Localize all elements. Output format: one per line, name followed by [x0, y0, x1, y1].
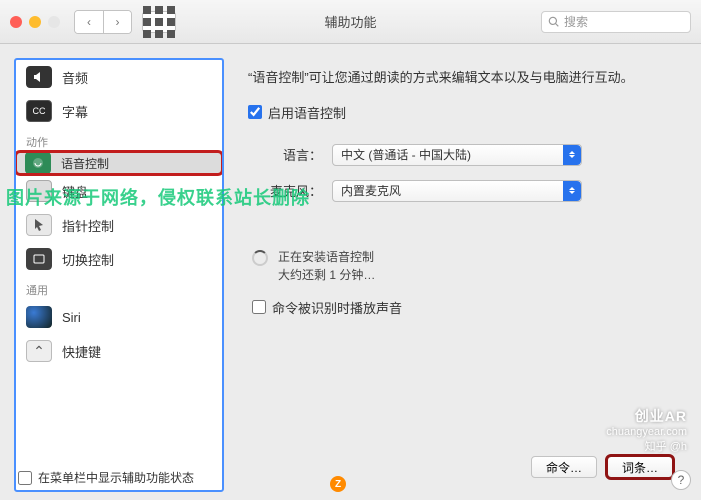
- language-label: 语言：: [248, 145, 322, 164]
- install-status: 正在安装语音控制 大约还剩 1 分钟…: [278, 248, 375, 284]
- siri-icon: [26, 306, 52, 328]
- sidebar-item-pointer[interactable]: 指针控制: [16, 208, 222, 242]
- language-value: 中文 (普通话 - 中国大陆): [341, 146, 471, 163]
- search-icon: [548, 16, 560, 28]
- switch-icon: [26, 248, 52, 270]
- keyboard-icon: [26, 180, 52, 202]
- mic-value: 内置麦克风: [341, 182, 401, 199]
- pointer-icon: [26, 214, 52, 236]
- sidebar-item-label: 快捷键: [62, 342, 101, 361]
- voice-icon: [25, 152, 51, 174]
- captions-icon: CC: [26, 100, 52, 122]
- mic-label: 麦克风：: [248, 181, 322, 200]
- play-sound-checkbox[interactable]: [252, 300, 266, 314]
- search-placeholder: 搜索: [564, 13, 588, 30]
- commands-button[interactable]: 命令…: [531, 456, 597, 478]
- spinner-icon: [252, 250, 268, 266]
- sidebar-item-label: 音频: [62, 68, 88, 87]
- enable-voice-checkbox[interactable]: [248, 105, 262, 119]
- play-sound-label: 命令被识别时播放声音: [272, 298, 402, 317]
- speaker-icon: [26, 66, 52, 88]
- sidebar-item-voice-control[interactable]: 语音控制: [16, 152, 222, 174]
- language-select[interactable]: 中文 (普通话 - 中国大陆): [332, 144, 582, 166]
- zoom-dot[interactable]: [48, 16, 60, 28]
- sidebar-item-captions[interactable]: CC 字幕: [16, 94, 222, 128]
- z-badge-icon: Z: [330, 476, 346, 492]
- sidebar-category: 通用: [16, 276, 222, 300]
- sidebar-item-label: 键盘: [62, 182, 88, 201]
- help-button[interactable]: ?: [671, 470, 691, 490]
- sidebar-item-siri[interactable]: Siri: [16, 300, 222, 334]
- shortcut-icon: ⌃: [26, 340, 52, 362]
- sidebar-item-audio[interactable]: 音频: [16, 60, 222, 94]
- chevron-updown-icon: [563, 181, 581, 201]
- sidebar-item-shortcut[interactable]: ⌃ 快捷键: [16, 334, 222, 368]
- enable-voice-label: 启用语音控制: [268, 103, 346, 122]
- sidebar-item-switch[interactable]: 切换控制: [16, 242, 222, 276]
- sidebar: 音频 CC 字幕 动作 语音控制 键盘 指针控制 切换控制: [14, 58, 224, 492]
- main-panel: “语音控制”可让您通过朗读的方式来编辑文本以及与电脑进行互动。 启用语音控制 语…: [224, 44, 701, 500]
- sidebar-item-label: 指针控制: [62, 216, 114, 235]
- nav-back-forward[interactable]: ‹ ›: [74, 10, 132, 34]
- chevron-updown-icon: [563, 145, 581, 165]
- window-controls[interactable]: [10, 16, 60, 28]
- sidebar-item-label: 切换控制: [62, 250, 114, 269]
- show-all-button[interactable]: [142, 11, 176, 33]
- sidebar-item-label: Siri: [62, 310, 81, 325]
- sidebar-item-label: 字幕: [62, 102, 88, 121]
- description-text: “语音控制”可让您通过朗读的方式来编辑文本以及与电脑进行互动。: [248, 68, 673, 89]
- sidebar-item-label: 语音控制: [61, 155, 109, 172]
- menubar-status-label: 在菜单栏中显示辅助功能状态: [38, 469, 194, 486]
- forward-button[interactable]: ›: [103, 11, 131, 33]
- mic-select[interactable]: 内置麦克风: [332, 180, 582, 202]
- sidebar-category: 动作: [16, 128, 222, 152]
- close-dot[interactable]: [10, 16, 22, 28]
- vocab-button[interactable]: 词条…: [607, 456, 673, 478]
- search-field[interactable]: 搜索: [541, 11, 691, 33]
- back-button[interactable]: ‹: [75, 11, 103, 33]
- sidebar-item-keyboard[interactable]: 键盘: [16, 174, 222, 208]
- minimize-dot[interactable]: [29, 16, 41, 28]
- menubar-status-checkbox[interactable]: [18, 471, 32, 485]
